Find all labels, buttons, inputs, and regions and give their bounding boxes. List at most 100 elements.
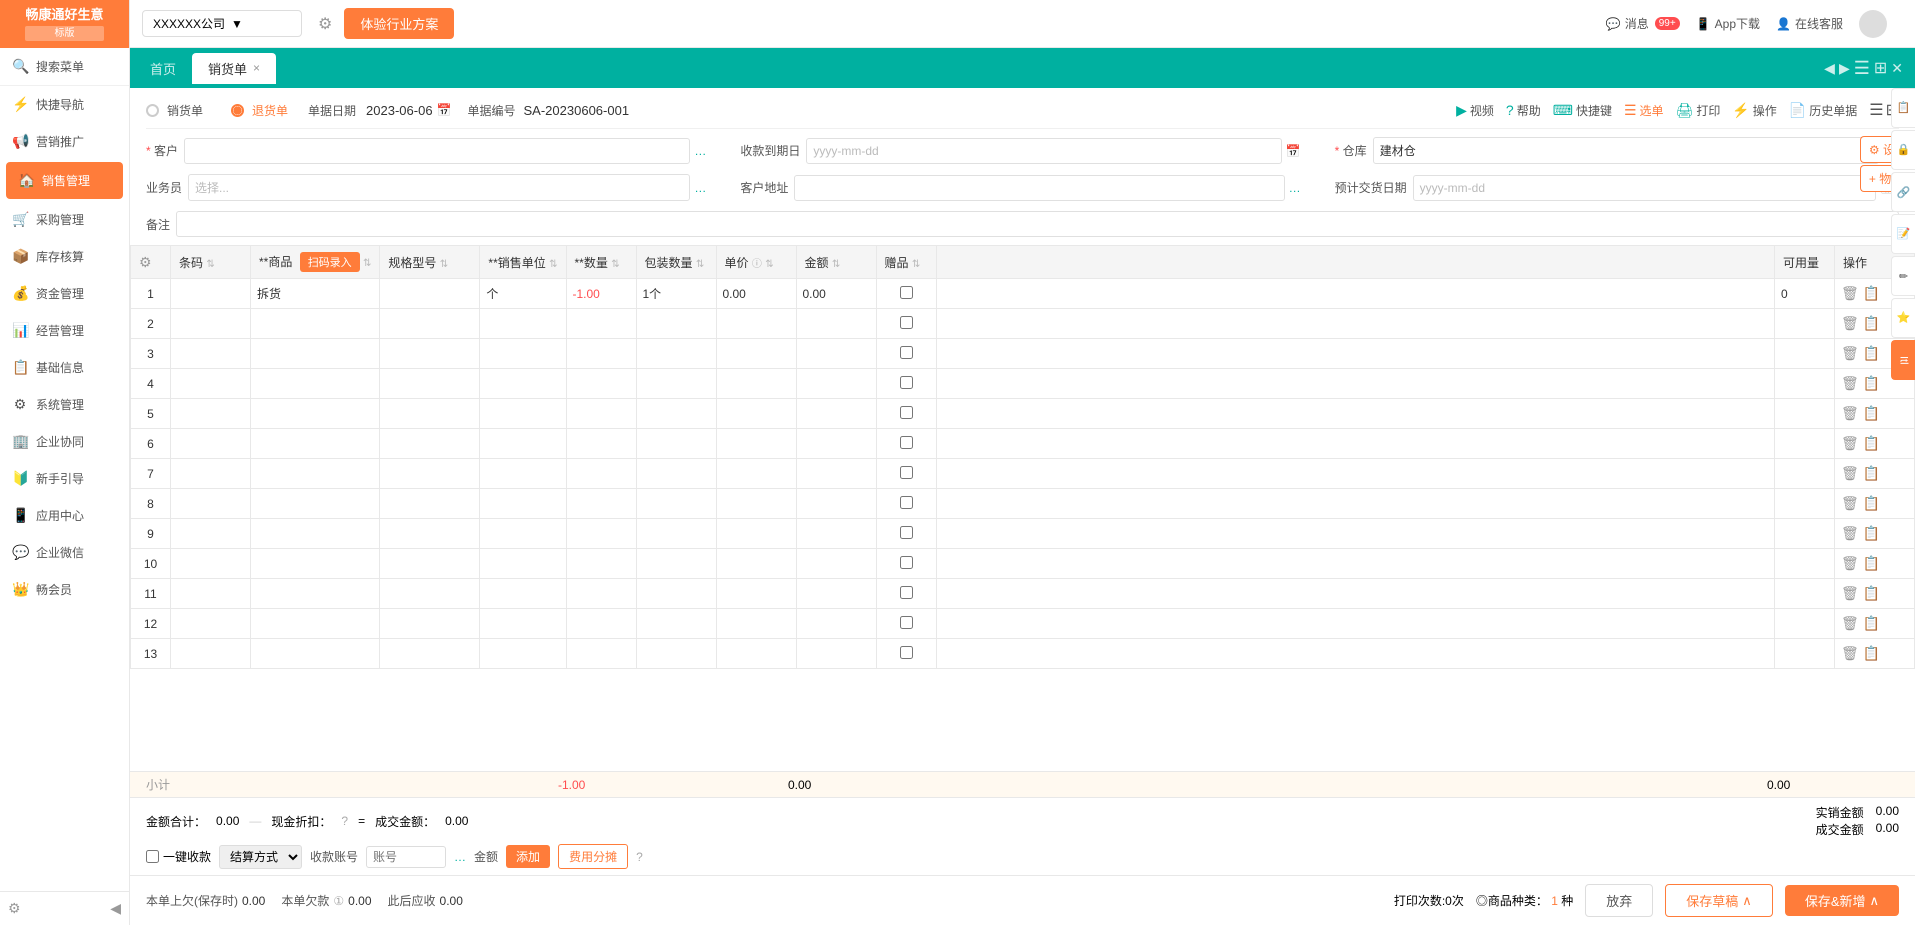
cell-barcode[interactable] [171, 459, 251, 489]
cell-barcode[interactable] [171, 519, 251, 549]
cell-qty[interactable] [566, 309, 636, 339]
copy-row-icon[interactable]: 📋 [1863, 285, 1880, 302]
cell-gift[interactable] [876, 399, 936, 429]
cell-gift[interactable] [876, 549, 936, 579]
cell-spec[interactable] [380, 369, 480, 399]
gift-checkbox[interactable] [900, 466, 913, 479]
cell-unit[interactable]: 个 [480, 279, 566, 309]
gift-checkbox[interactable] [900, 406, 913, 419]
cell-price[interactable] [716, 459, 796, 489]
collapse-icon[interactable]: ◀ [110, 900, 121, 917]
cell-price[interactable] [716, 309, 796, 339]
cell-price[interactable] [716, 639, 796, 669]
cell-spec[interactable] [380, 459, 480, 489]
cell-unit[interactable] [480, 399, 566, 429]
delete-row-icon[interactable]: 🗑 [1841, 465, 1859, 482]
cell-gift[interactable] [876, 579, 936, 609]
cell-spec[interactable] [380, 429, 480, 459]
cell-barcode[interactable] [171, 639, 251, 669]
cell-gift[interactable] [876, 339, 936, 369]
cell-gift[interactable] [876, 639, 936, 669]
cell-amount[interactable] [796, 309, 876, 339]
tab-sales-order[interactable]: 销货单 × [192, 53, 276, 84]
list-view-toggle[interactable]: ☰ [1869, 100, 1883, 120]
cell-spec[interactable] [380, 339, 480, 369]
cell-pkg-qty[interactable] [636, 609, 716, 639]
cell-unit[interactable] [480, 369, 566, 399]
settlement-method-select[interactable]: 结算方式 [219, 845, 302, 869]
sidebar-item-system-mgmt[interactable]: ⚙ 系统管理 [0, 386, 129, 423]
cell-qty[interactable] [566, 459, 636, 489]
expense-help-icon[interactable]: ? [636, 850, 643, 864]
company-selector[interactable]: XXXXXX公司 ▼ [142, 10, 302, 37]
cell-barcode[interactable] [171, 339, 251, 369]
right-panel-btn-4[interactable]: 📝 [1891, 214, 1915, 254]
copy-row-icon[interactable]: 📋 [1863, 585, 1880, 602]
cell-barcode[interactable] [171, 369, 251, 399]
copy-row-icon[interactable]: 📋 [1863, 375, 1880, 392]
cell-unit[interactable] [480, 609, 566, 639]
print-btn[interactable]: 🖨 打印 [1676, 102, 1721, 119]
sidebar-item-app-center[interactable]: 📱 应用中心 [0, 497, 129, 534]
add-payment-btn[interactable]: 添加 [506, 845, 550, 868]
cell-spec[interactable] [380, 639, 480, 669]
cell-amount[interactable] [796, 489, 876, 519]
delete-row-icon[interactable]: 🗑 [1841, 585, 1859, 602]
cell-unit[interactable] [480, 639, 566, 669]
gift-checkbox[interactable] [900, 586, 913, 599]
cell-pkg-qty[interactable] [636, 639, 716, 669]
cell-amount[interactable] [796, 519, 876, 549]
cell-product[interactable] [251, 549, 380, 579]
copy-row-icon[interactable]: 📋 [1863, 435, 1880, 452]
cell-amount[interactable] [796, 639, 876, 669]
cell-price[interactable] [716, 609, 796, 639]
cell-price[interactable] [716, 579, 796, 609]
delete-row-icon[interactable]: 🗑 [1841, 495, 1859, 512]
sidebar-item-enterprise[interactable]: 🏢 企业协同 [0, 423, 129, 460]
gift-checkbox[interactable] [900, 436, 913, 449]
sidebar-item-purchase-mgmt[interactable]: 🛒 采购管理 [0, 201, 129, 238]
account-dots-btn[interactable]: … [454, 850, 466, 864]
cell-pkg-qty[interactable] [636, 489, 716, 519]
sidebar-item-finance[interactable]: 💰 资金管理 [0, 275, 129, 312]
sidebar-item-members[interactable]: 👑 畅会员 [0, 571, 129, 608]
cell-unit[interactable] [480, 489, 566, 519]
sidebar-item-sales-mgmt[interactable]: 🏠 销售管理 [6, 162, 123, 199]
cell-product[interactable] [251, 579, 380, 609]
customer-addr-dots-btn[interactable]: … [1285, 181, 1305, 195]
date-calendar-icon[interactable]: 📅 [437, 103, 452, 117]
cell-gift[interactable] [876, 519, 936, 549]
cell-barcode[interactable] [171, 579, 251, 609]
cell-qty[interactable] [566, 489, 636, 519]
cell-amount[interactable] [796, 369, 876, 399]
cell-price[interactable] [716, 519, 796, 549]
messages-button[interactable]: 💬 消息 99+ [1606, 15, 1680, 32]
gift-checkbox[interactable] [900, 526, 913, 539]
cell-pkg-qty[interactable] [636, 519, 716, 549]
close-all-icon[interactable]: ✕ [1891, 60, 1903, 77]
cell-spec[interactable] [380, 489, 480, 519]
cell-qty[interactable] [566, 519, 636, 549]
delete-row-icon[interactable]: 🗑 [1841, 645, 1859, 662]
cell-barcode[interactable] [171, 549, 251, 579]
cell-price[interactable]: 0.00 [716, 279, 796, 309]
sidebar-search[interactable]: 🔍 搜索菜单 [0, 48, 129, 86]
cell-barcode[interactable] [171, 279, 251, 309]
one-click-payment-checkbox[interactable]: 一键收款 [146, 848, 211, 865]
cell-product[interactable] [251, 519, 380, 549]
cell-amount[interactable] [796, 429, 876, 459]
copy-row-icon[interactable]: 📋 [1863, 555, 1880, 572]
right-panel-btn-1[interactable]: 📋 [1891, 88, 1915, 128]
video-btn[interactable]: ▶ 视频 [1456, 102, 1494, 119]
sidebar-item-operations[interactable]: 📊 经营管理 [0, 312, 129, 349]
cell-amount[interactable]: 0.00 [796, 279, 876, 309]
salesperson-dots-btn[interactable]: … [690, 181, 710, 195]
copy-row-icon[interactable]: 📋 [1863, 345, 1880, 362]
gift-checkbox[interactable] [900, 286, 913, 299]
prev-page-icon[interactable]: ◀ [1824, 60, 1835, 77]
copy-row-icon[interactable]: 📋 [1863, 525, 1880, 542]
radio-sales-order[interactable]: 销货单 [146, 102, 203, 119]
online-service-button[interactable]: 👤 在线客服 [1776, 15, 1843, 32]
cell-product[interactable] [251, 489, 380, 519]
delete-row-icon[interactable]: 🗑 [1841, 375, 1859, 392]
